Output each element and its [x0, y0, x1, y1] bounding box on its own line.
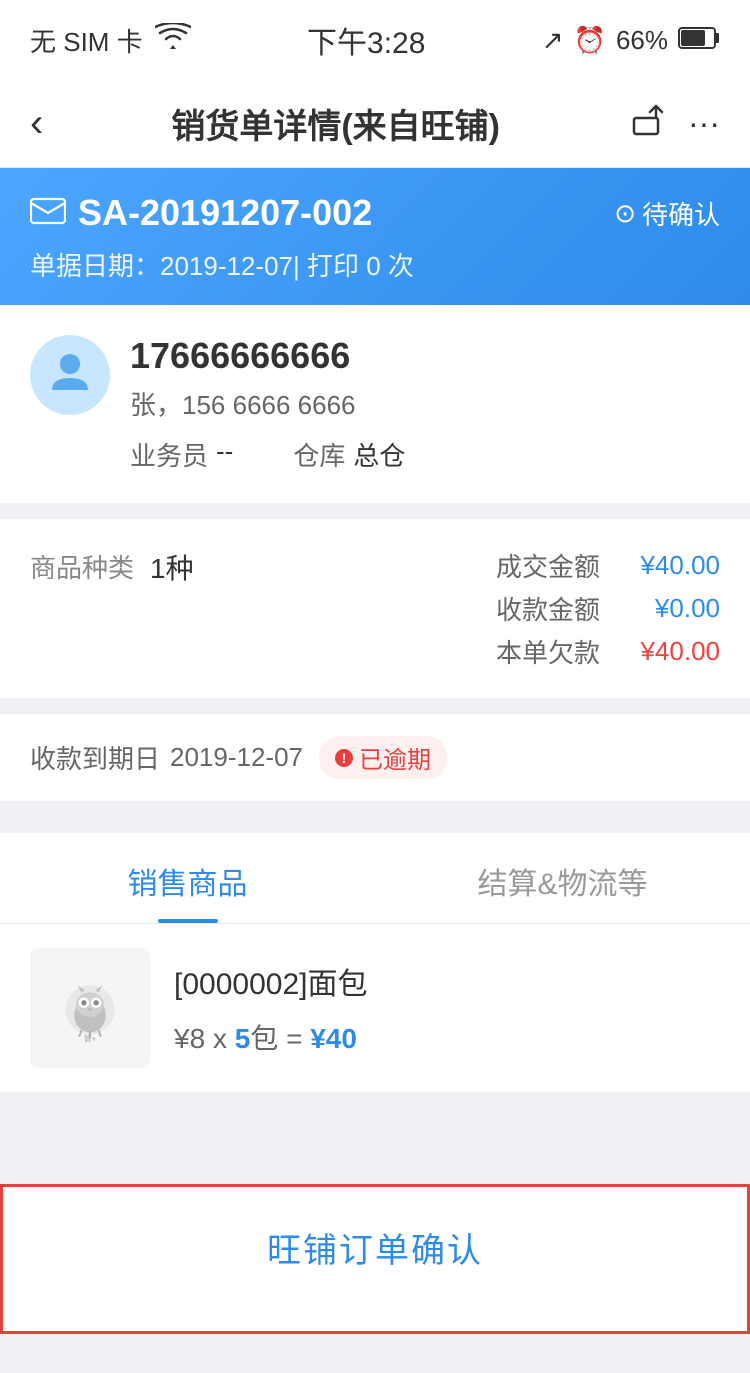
customer-phone: 17666666666: [130, 335, 720, 377]
nav-left: ‹: [30, 101, 43, 146]
confirm-order-button[interactable]: 旺铺订单确认: [33, 1203, 717, 1291]
tab-sales-products[interactable]: 销售商品: [0, 833, 375, 923]
order-number: SA-20191207-002: [30, 192, 372, 234]
battery-icon: [678, 25, 720, 56]
customer-name: 张，156 6666 6666: [130, 385, 720, 422]
overdue-badge: ! 已逾期: [319, 736, 447, 779]
overdue-icon: !: [335, 749, 353, 767]
divider-2: [0, 698, 750, 714]
order-status: ⊙ 待确认: [614, 195, 720, 232]
order-header: SA-20191207-002 ⊙ 待确认 单据日期：2019-12-07| 打…: [0, 168, 750, 305]
order-date: 单据日期：2019-12-07| 打印 0 次: [30, 246, 720, 283]
product-info: [0000002]面包 ¥8 x 5包 = ¥40: [174, 959, 720, 1057]
nav-bar: ‹ 销货单详情(来自旺铺) ···: [0, 80, 750, 168]
status-right: ↗ ⏰ 66%: [542, 25, 720, 56]
avatar-icon: [46, 346, 94, 405]
status-clock-icon: ⊙: [614, 198, 636, 229]
divider-1: [0, 503, 750, 519]
amounts-section: 成交金额 ¥40.00 收款金额 ¥0.00 本单欠款 ¥40.00: [496, 547, 720, 670]
customer-card: 17666666666 张，156 6666 6666 业务员 -- 仓库 总仓: [0, 305, 750, 503]
customer-meta: 业务员 -- 仓库 总仓: [130, 436, 720, 473]
location-icon: ↗: [542, 25, 564, 56]
product-price: ¥8 x 5包 = ¥40: [174, 1017, 720, 1057]
due-date-value: 2019-12-07: [170, 742, 303, 773]
avatar: [30, 335, 110, 415]
tab-settlement-logistics[interactable]: 结算&物流等: [375, 833, 750, 923]
debt-amount-row: 本单欠款 ¥40.00: [496, 633, 720, 670]
alarm-icon: ⏰: [574, 25, 606, 56]
product-name: [0000002]面包: [174, 959, 720, 1003]
svg-text:管+: 管+: [84, 1033, 97, 1043]
status-left: 无 SIM 卡: [30, 22, 191, 59]
deal-amount-row: 成交金额 ¥40.00: [496, 547, 720, 584]
due-date-card: 收款到期日 2019-12-07 ! 已逾期: [0, 714, 750, 801]
product-type-section: 商品种类 1种: [30, 547, 194, 587]
salesperson-field: 业务员 --: [130, 436, 233, 473]
customer-details: 17666666666 张，156 6666 6666 业务员 -- 仓库 总仓: [130, 335, 720, 473]
product-thumbnail: 管+: [30, 948, 150, 1068]
status-time: 下午3:28: [307, 18, 425, 62]
due-date-label: 收款到期日: [30, 739, 160, 776]
inbox-icon: [30, 192, 66, 234]
status-bar: 无 SIM 卡 下午3:28 ↗ ⏰ 66%: [0, 0, 750, 80]
summary-card: 商品种类 1种 成交金额 ¥40.00 收款金额 ¥0.00 本单欠款 ¥40.…: [0, 519, 750, 698]
back-button[interactable]: ‹: [30, 101, 43, 146]
confirm-button-wrapper: 旺铺订单确认: [0, 1184, 750, 1334]
tabs: 销售商品 结算&物流等: [0, 833, 750, 924]
nav-right: ···: [628, 102, 720, 146]
divider-3: [0, 801, 750, 817]
more-button[interactable]: ···: [688, 105, 720, 142]
product-item: 管+ [0000002]面包 ¥8 x 5包 = ¥40: [0, 924, 750, 1093]
receipt-amount-row: 收款金额 ¥0.00: [496, 590, 720, 627]
sim-text: 无 SIM 卡: [30, 22, 143, 59]
battery-text: 66%: [616, 25, 668, 56]
wifi-icon: [155, 23, 191, 58]
share-icon[interactable]: [628, 102, 664, 146]
product-list: 管+ [0000002]面包 ¥8 x 5包 = ¥40: [0, 924, 750, 1093]
warehouse-field: 仓库 总仓: [293, 436, 405, 473]
page-title: 销货单详情(来自旺铺): [171, 99, 500, 148]
